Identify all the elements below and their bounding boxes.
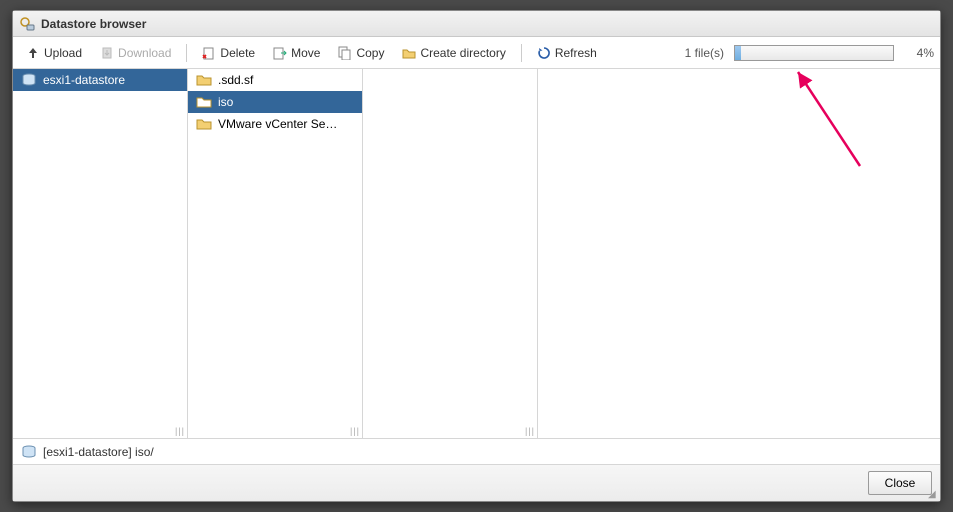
column-browser: esxi1-datastore ||| .sdd.sf iso VMware v… <box>13 69 940 439</box>
column-0[interactable]: esxi1-datastore ||| <box>13 69 188 438</box>
window-title: Datastore browser <box>41 17 146 31</box>
folder-label: VMware vCenter Se… <box>218 117 337 131</box>
close-button[interactable]: Close <box>868 471 932 495</box>
move-button[interactable]: Move <box>266 42 327 64</box>
folder-new-icon <box>402 46 416 60</box>
delete-label: Delete <box>220 46 255 60</box>
column-resize-grip: ||| <box>350 426 360 436</box>
copy-icon <box>338 46 352 60</box>
datastore-item[interactable]: esxi1-datastore <box>13 69 187 91</box>
create-directory-button[interactable]: Create directory <box>395 42 512 64</box>
folder-item[interactable]: VMware vCenter Se… <box>188 113 362 135</box>
dialog-footer: Close <box>13 465 940 501</box>
column-resize-grip: ||| <box>525 426 535 436</box>
titlebar: Datastore browser <box>13 11 940 37</box>
move-label: Move <box>291 46 320 60</box>
file-count: 1 file(s) <box>685 46 724 60</box>
folder-label: iso <box>218 95 233 109</box>
download-button: Download <box>93 42 178 64</box>
folder-label: .sdd.sf <box>218 73 253 87</box>
column-resize-grip: ||| <box>175 426 185 436</box>
separator <box>521 44 522 62</box>
move-icon <box>273 46 287 60</box>
datastore-browser-icon <box>19 16 35 32</box>
path-text: [esxi1-datastore] iso/ <box>43 445 154 459</box>
toolbar: Upload Download Delete Move Copy Create … <box>13 37 940 69</box>
datastore-label: esxi1-datastore <box>43 73 125 87</box>
upload-progress-bar <box>734 45 894 61</box>
folder-item[interactable]: iso <box>188 91 362 113</box>
datastore-icon <box>21 445 37 459</box>
column-3[interactable] <box>538 69 940 438</box>
upload-progress-percent: 4% <box>906 46 934 60</box>
folder-icon <box>196 73 212 87</box>
close-label: Close <box>885 476 916 490</box>
column-2[interactable]: ||| <box>363 69 538 438</box>
delete-icon <box>202 46 216 60</box>
path-bar: [esxi1-datastore] iso/ <box>13 439 940 465</box>
folder-icon <box>196 117 212 131</box>
separator <box>186 44 187 62</box>
upload-label: Upload <box>44 46 82 60</box>
upload-button[interactable]: Upload <box>19 42 89 64</box>
refresh-label: Refresh <box>555 46 597 60</box>
create-directory-label: Create directory <box>420 46 505 60</box>
upload-icon <box>26 46 40 60</box>
column-1[interactable]: .sdd.sf iso VMware vCenter Se… ||| <box>188 69 363 438</box>
folder-icon <box>196 95 212 109</box>
datastore-icon <box>21 73 37 87</box>
download-label: Download <box>118 46 171 60</box>
folder-item[interactable]: .sdd.sf <box>188 69 362 91</box>
download-icon <box>100 46 114 60</box>
upload-progress-fill <box>735 46 741 60</box>
datastore-browser-dialog: Datastore browser Upload Download Delete… <box>12 10 941 502</box>
delete-button[interactable]: Delete <box>195 42 262 64</box>
copy-button[interactable]: Copy <box>331 42 391 64</box>
refresh-button[interactable]: Refresh <box>530 42 604 64</box>
copy-label: Copy <box>356 46 384 60</box>
refresh-icon <box>537 46 551 60</box>
